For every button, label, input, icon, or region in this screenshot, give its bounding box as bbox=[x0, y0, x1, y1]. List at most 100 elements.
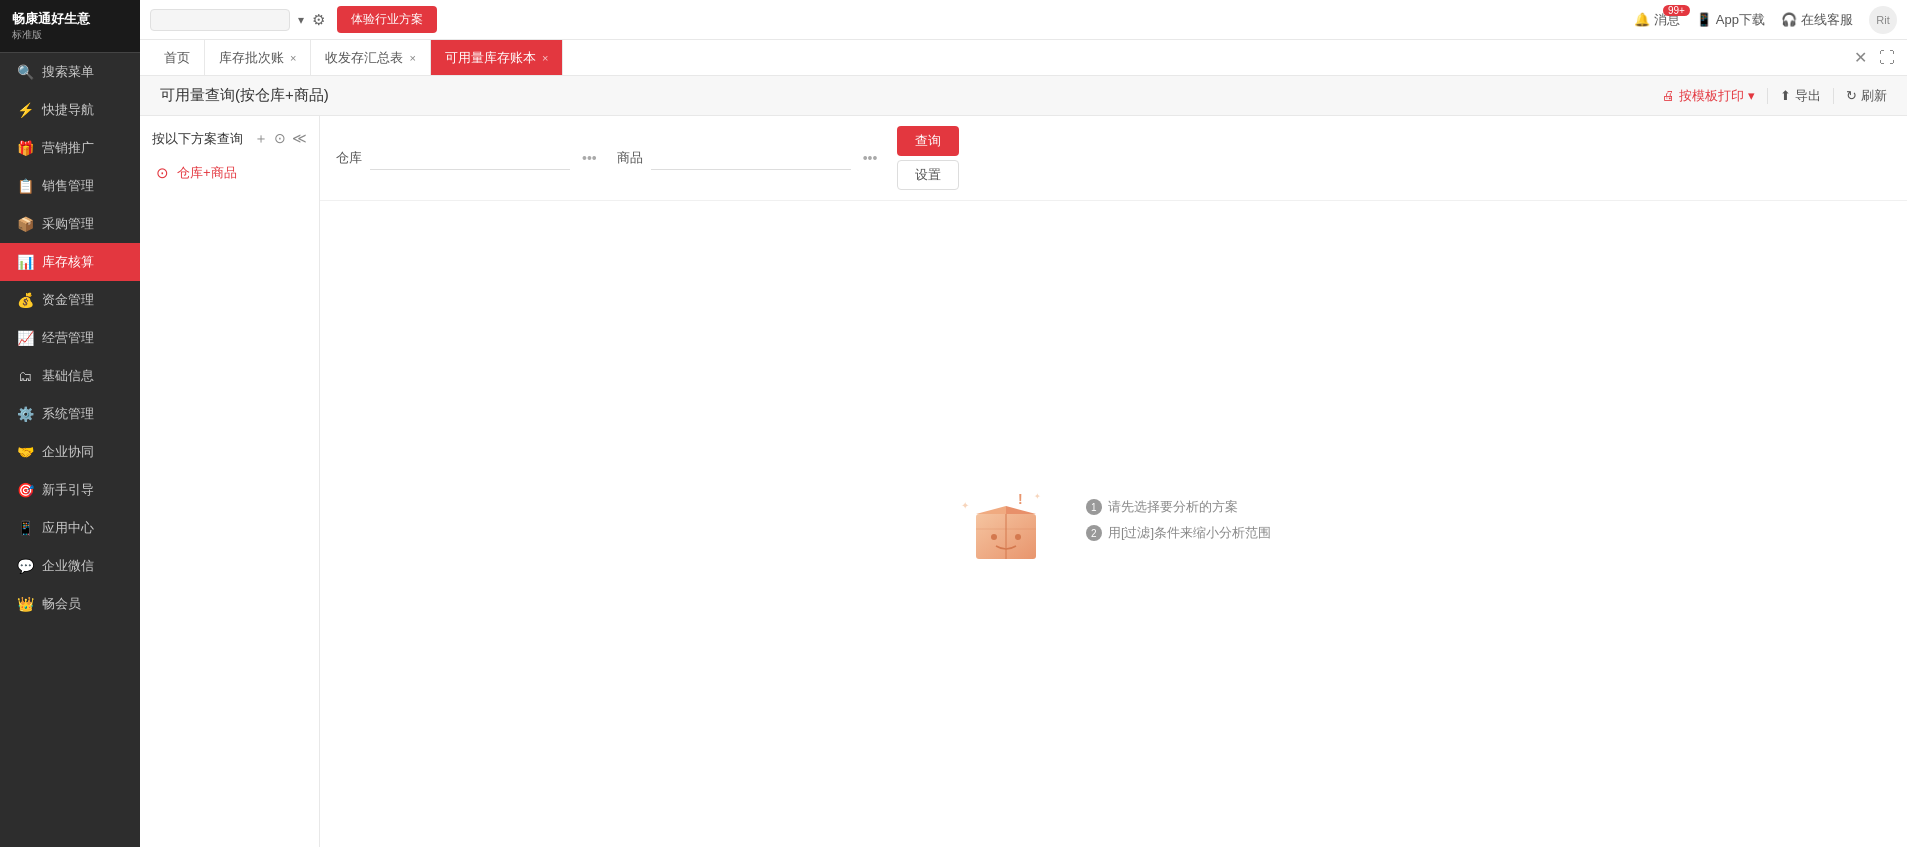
notification-btn[interactable]: 🔔 消息 99+ bbox=[1634, 11, 1680, 29]
page-actions: 🖨 按模板打印 ▾ ⬆ 导出 ↻ 刷新 bbox=[1662, 87, 1887, 105]
sidebar-item-basic[interactable]: 🗂 基础信息 bbox=[0, 357, 140, 395]
refresh-btn[interactable]: ↻ 刷新 bbox=[1846, 87, 1887, 105]
sidebar-icon-member: 👑 bbox=[16, 596, 34, 612]
sidebar-item-wechat[interactable]: 💬企业微信 bbox=[0, 547, 140, 585]
sidebar-item-purchase[interactable]: 📦 采购管理 bbox=[0, 205, 140, 243]
phone-icon: 📱 bbox=[1696, 12, 1712, 27]
tab-close-batch-account[interactable]: × bbox=[290, 52, 296, 64]
sidebar-item-operation[interactable]: 📈经营管理 bbox=[0, 319, 140, 357]
tab-recv-summary[interactable]: 收发存汇总表× bbox=[311, 40, 430, 76]
filter-row: 仓库 ••• 商品 ••• 查询 设置 bbox=[320, 116, 1907, 201]
app-download-btn[interactable]: 📱 App下载 bbox=[1696, 11, 1765, 29]
sidebar-icon-finance: 💰 bbox=[16, 292, 34, 308]
sidebar-label-inventory: 库存核算 bbox=[42, 253, 94, 271]
sidebar-item-inventory[interactable]: 📊 库存核算 bbox=[0, 243, 140, 281]
sidebar-item-appcenter[interactable]: 📱 应用中心 bbox=[0, 509, 140, 547]
fullscreen-btn[interactable]: ⛶ bbox=[1875, 45, 1899, 71]
filter-panel: 按以下方案查询 ＋ ⊙ ≪ ⊙ 仓库+商品 bbox=[140, 116, 320, 847]
empty-step1: 1 请先选择要分析的方案 bbox=[1086, 498, 1271, 516]
sidebar-item-newuser[interactable]: 🎯 新手引导 bbox=[0, 471, 140, 509]
product-filter: 商品 ••• bbox=[617, 146, 878, 170]
sidebar-icon-marketing: 🎁 bbox=[16, 140, 34, 156]
topbar: ▾ ⚙ 体验行业方案 🔔 消息 99+ 📱 App下载 🎧 在线客服 Rit bbox=[140, 0, 1907, 40]
gear-icon[interactable]: ⚙ bbox=[312, 11, 325, 29]
sidebar-icon-purchase: 📦 bbox=[16, 216, 34, 232]
divider bbox=[1767, 88, 1768, 104]
sidebar-label-purchase: 采购管理 bbox=[42, 215, 94, 233]
sidebar-label-sales: 销售管理 bbox=[42, 177, 94, 195]
sidebar-item-quick-nav[interactable]: ⚡ 快捷导航 bbox=[0, 91, 140, 129]
empty-illustration: ! ✦ ✦ bbox=[956, 474, 1056, 574]
svg-point-5 bbox=[991, 534, 997, 540]
sidebar-icon-inventory: 📊 bbox=[16, 254, 34, 270]
query-button[interactable]: 查询 bbox=[897, 126, 959, 156]
sidebar-label-appcenter: 应用中心 bbox=[42, 519, 94, 537]
sidebar-item-marketing[interactable]: 🎁营销推广 bbox=[0, 129, 140, 167]
sidebar-icon-appcenter: 📱 bbox=[16, 520, 34, 536]
sidebar-item-member[interactable]: 👑畅会员 bbox=[0, 585, 140, 623]
svg-point-6 bbox=[1015, 534, 1021, 540]
right-content: 仓库 ••• 商品 ••• 查询 设置 bbox=[320, 116, 1907, 847]
product-more-icon[interactable]: ••• bbox=[863, 150, 878, 166]
warehouse-filter: 仓库 ••• bbox=[336, 146, 597, 170]
sidebar-icon-newuser: 🎯 bbox=[16, 482, 34, 498]
export-btn[interactable]: ⬆ 导出 bbox=[1780, 87, 1821, 105]
sidebar-logo: 畅康通好生意 标准版 bbox=[0, 0, 140, 53]
page-title: 可用量查询(按仓库+商品) bbox=[160, 86, 329, 105]
warehouse-more-icon[interactable]: ••• bbox=[582, 150, 597, 166]
warehouse-input[interactable] bbox=[370, 146, 570, 170]
topbar-right: 🔔 消息 99+ 📱 App下载 🎧 在线客服 Rit bbox=[1634, 6, 1897, 34]
sidebar-label-basic: 基础信息 bbox=[42, 367, 94, 385]
sidebar-icon-cooperation: 🤝 bbox=[16, 444, 34, 460]
print-btn[interactable]: 🖨 按模板打印 ▾ bbox=[1662, 87, 1755, 105]
dropdown-button[interactable]: ▾ bbox=[298, 13, 304, 27]
empty-state: ! ✦ ✦ 1 请先选择要分析的方案 2 用[过滤]条件来缩小分析范围 bbox=[320, 201, 1907, 847]
company-name: 畅康通好生意 bbox=[12, 10, 128, 28]
bell-icon: 🔔 bbox=[1634, 12, 1650, 27]
tab-home[interactable]: 首页 bbox=[150, 40, 205, 76]
tab-close-recv-summary[interactable]: × bbox=[409, 52, 415, 64]
tab-batch-account[interactable]: 库存批次账× bbox=[205, 40, 311, 76]
avatar[interactable]: Rit bbox=[1869, 6, 1897, 34]
scheme-item-warehouse-product[interactable]: ⊙ 仓库+商品 bbox=[140, 156, 319, 190]
sidebar-label-system: 系统管理 bbox=[42, 405, 94, 423]
add-scheme-icon[interactable]: ＋ bbox=[254, 130, 268, 148]
sidebar-label-quick-nav: 快捷导航 bbox=[42, 101, 94, 119]
sidebar-item-finance[interactable]: 💰 资金管理 bbox=[0, 281, 140, 319]
sidebar-label-wechat: 企业微信 bbox=[42, 557, 94, 575]
scheme-icon: ⊙ bbox=[156, 164, 169, 182]
sidebar-item-system[interactable]: ⚙️系统管理 bbox=[0, 395, 140, 433]
svg-marker-2 bbox=[1006, 506, 1036, 514]
collapse-icon[interactable]: ≪ bbox=[292, 130, 307, 148]
svg-marker-1 bbox=[976, 506, 1006, 514]
sidebar-item-sales[interactable]: 📋销售管理 bbox=[0, 167, 140, 205]
tab-close-available-ledger[interactable]: × bbox=[542, 52, 548, 64]
sidebar: 畅康通好生意 标准版 🔍搜索菜单 ⚡ 快捷导航 🎁营销推广📋销售管理 📦 采购管理 📊 库存核… bbox=[0, 0, 140, 847]
settings-button[interactable]: 设置 bbox=[897, 160, 959, 190]
settings-scheme-icon[interactable]: ⊙ bbox=[274, 130, 286, 148]
export-icon: ⬆ bbox=[1780, 88, 1791, 103]
svg-text:✦: ✦ bbox=[1034, 492, 1041, 501]
sidebar-icon-quick-nav: ⚡ bbox=[16, 102, 34, 118]
sidebar-icon-basic: 🗂 bbox=[16, 368, 34, 384]
tabs-bar: 首页库存批次账×收发存汇总表× 可用量库存账本 × ✕ ⛶ bbox=[140, 40, 1907, 76]
industry-btn[interactable]: 体验行业方案 bbox=[337, 6, 437, 33]
sidebar-label-cooperation: 企业协同 bbox=[42, 443, 94, 461]
sidebar-label-newuser: 新手引导 bbox=[42, 481, 94, 499]
sidebar-label-finance: 资金管理 bbox=[42, 291, 94, 309]
tab-label-available-ledger: 可用量库存账本 bbox=[445, 49, 536, 67]
main-area: ▾ ⚙ 体验行业方案 🔔 消息 99+ 📱 App下载 🎧 在线客服 Rit 首 bbox=[140, 0, 1907, 847]
product-input[interactable] bbox=[651, 146, 851, 170]
search-input[interactable] bbox=[150, 9, 290, 31]
sidebar-item-search[interactable]: 🔍搜索菜单 bbox=[0, 53, 140, 91]
close-tab-btn[interactable]: ✕ bbox=[1850, 44, 1871, 71]
sidebar-icon-search: 🔍 bbox=[16, 64, 34, 80]
product-label: 商品 bbox=[617, 149, 643, 167]
print-dropdown-icon[interactable]: ▾ bbox=[1748, 88, 1755, 103]
tab-available-ledger[interactable]: 可用量库存账本 × bbox=[431, 40, 563, 76]
filter-header: 按以下方案查询 ＋ ⊙ ≪ bbox=[140, 126, 319, 156]
scheme-label: 仓库+商品 bbox=[177, 164, 237, 182]
online-service-btn[interactable]: 🎧 在线客服 bbox=[1781, 11, 1853, 29]
sidebar-item-cooperation[interactable]: 🤝 企业协同 bbox=[0, 433, 140, 471]
empty-step2: 2 用[过滤]条件来缩小分析范围 bbox=[1086, 524, 1271, 542]
